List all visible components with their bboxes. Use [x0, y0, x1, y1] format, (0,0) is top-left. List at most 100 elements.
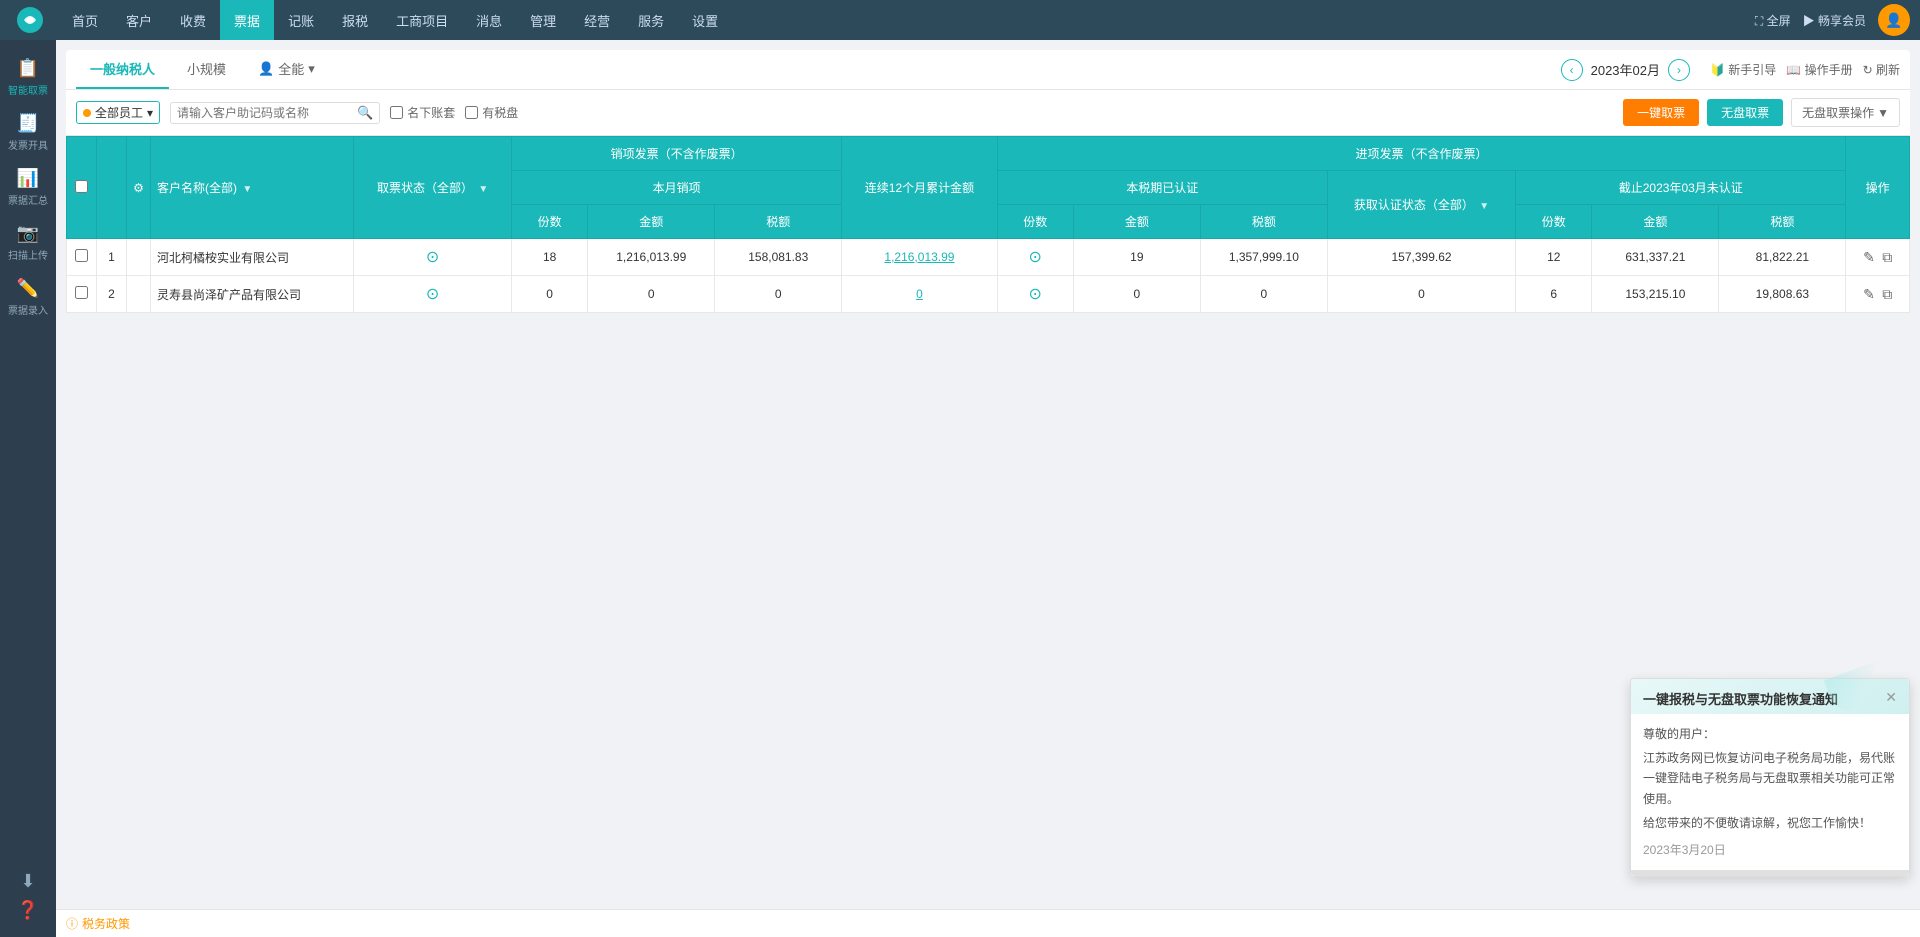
- nav-tax[interactable]: 报税: [328, 0, 382, 40]
- row2-checkbox[interactable]: [67, 276, 97, 313]
- nav-right-area: ⛶ 全屏 ▶ 畅享会员 👤: [1755, 4, 1910, 36]
- row1-cert-check-icon: ⊙: [1029, 249, 1042, 266]
- row1-check[interactable]: [75, 249, 88, 262]
- row1-edit-icon[interactable]: ✎: [1863, 249, 1875, 265]
- check-account-checkbox[interactable]: [390, 106, 403, 119]
- all-tab-icon: 👤: [258, 61, 274, 77]
- employee-label: 全部员工: [95, 104, 143, 121]
- row2-view-icon[interactable]: ⧉: [1882, 286, 1892, 302]
- cert-status-filter-icon[interactable]: ▼: [1479, 201, 1489, 212]
- current-date: 2023年02月: [1591, 60, 1660, 79]
- help-icon[interactable]: ❓: [17, 900, 39, 921]
- sidebar-item-scan[interactable]: 📷 扫描上传: [0, 215, 56, 270]
- refresh-btn[interactable]: ↻ 刷新: [1863, 61, 1900, 78]
- row2-settings: [127, 276, 151, 313]
- nav-service[interactable]: 服务: [624, 0, 678, 40]
- nav-business[interactable]: 工商项目: [382, 0, 462, 40]
- notification-scrollbar[interactable]: [1631, 870, 1909, 876]
- table-row: 2 灵寿县尚泽矿产品有限公司 ⊙ 0 0 0 0 ⊙ 0 0 0 6 153,2…: [67, 276, 1910, 313]
- search-input[interactable]: [177, 106, 357, 120]
- employee-select[interactable]: 全部员工 ▾: [76, 101, 160, 124]
- sidebar-item-summary[interactable]: 📊 票据汇总: [0, 160, 56, 215]
- one-click-btn[interactable]: 一键取票: [1623, 99, 1699, 126]
- all-tab-dropdown[interactable]: ▾: [308, 61, 315, 77]
- vip-btn[interactable]: ▶ 畅享会员: [1803, 12, 1866, 29]
- row2-uncert-count: 6: [1516, 276, 1592, 313]
- th-this-period-certified: 本税期已认证: [997, 171, 1327, 205]
- filter-right-buttons: 一键取票 无盘取票 无盘取票操作 ▼: [1623, 98, 1900, 127]
- sidebar-item-smart-ticket[interactable]: 📋 智能取票: [0, 50, 56, 105]
- nav-operation[interactable]: 经营: [570, 0, 624, 40]
- settings-icon[interactable]: ⚙: [133, 181, 144, 195]
- table-row: 1 河北柯橘桉实业有限公司 ⊙ 18 1,216,013.99 158,081.…: [67, 239, 1910, 276]
- status-bar: ⓘ 税务政策: [56, 909, 1920, 937]
- th-settings: ⚙: [127, 137, 151, 239]
- row2-check[interactable]: [75, 286, 88, 299]
- logo: [10, 0, 50, 40]
- row1-customer: 河北柯橘桉实业有限公司: [151, 239, 354, 276]
- th-this-month-sales: 本月销项: [512, 171, 842, 205]
- search-icon[interactable]: 🔍: [357, 105, 373, 121]
- no-disk-ops-btn[interactable]: 无盘取票操作 ▼: [1791, 98, 1900, 127]
- notification-date: 2023年3月20日: [1643, 840, 1897, 860]
- row1-view-icon[interactable]: ⧉: [1882, 249, 1892, 265]
- check-tax-checkbox[interactable]: [465, 106, 478, 119]
- tab-all[interactable]: 👤 全能 ▾: [244, 51, 329, 89]
- th-sales-amount: 金额: [588, 205, 715, 239]
- select-all-checkbox[interactable]: [75, 180, 88, 193]
- dropdown-arrow-icon: ▼: [1877, 106, 1889, 120]
- nav-customer[interactable]: 客户: [112, 0, 166, 40]
- sidebar-item-invoice[interactable]: 🧾 发票开具: [0, 105, 56, 160]
- row2-edit-icon[interactable]: ✎: [1863, 286, 1875, 302]
- th-uncert-amount: 金额: [1592, 205, 1719, 239]
- notification-close-btn[interactable]: ✕: [1885, 689, 1897, 706]
- row2-uncert-amount: 153,215.10: [1592, 276, 1719, 313]
- left-sidebar: 📋 智能取票 🧾 发票开具 📊 票据汇总 📷 扫描上传 ✏️ 票据录入 ⬇ ❓: [0, 40, 56, 937]
- tab-general-taxpayer[interactable]: 一般纳税人: [76, 51, 169, 89]
- check-tax-label[interactable]: 有税盘: [465, 104, 518, 121]
- sidebar-item-entry[interactable]: ✏️ 票据录入: [0, 270, 56, 325]
- date-navigation: ‹ 2023年02月 ›: [1561, 59, 1690, 81]
- row1-purchase-amount: 1,357,999.10: [1200, 239, 1327, 276]
- nav-settings[interactable]: 设置: [678, 0, 732, 40]
- nav-accounting[interactable]: 记账: [274, 0, 328, 40]
- nav-fee[interactable]: 收费: [166, 0, 220, 40]
- nav-home[interactable]: 首页: [58, 0, 112, 40]
- row2-index: 2: [97, 276, 127, 313]
- top-navigation: 首页 客户 收费 票据 记账 报税 工商项目 消息 管理 经营 服务 设置 ⛶ …: [0, 0, 1920, 40]
- row2-monthly-link[interactable]: 0: [916, 287, 923, 301]
- fullscreen-btn[interactable]: ⛶ 全屏: [1755, 12, 1791, 29]
- status-text[interactable]: 税务政策: [82, 915, 130, 932]
- row2-cancel-check-icon: ⊙: [426, 286, 439, 303]
- check-account-label[interactable]: 名下账套: [390, 104, 455, 121]
- th-sales-tax: 税额: [715, 205, 842, 239]
- manual-btn[interactable]: 📖 操作手册: [1786, 61, 1852, 78]
- th-ops: 操作: [1846, 137, 1910, 239]
- date-next-btn[interactable]: ›: [1668, 59, 1690, 81]
- nav-ticket[interactable]: 票据: [220, 0, 274, 40]
- th-purchase-count: 份数: [997, 205, 1073, 239]
- date-prev-btn[interactable]: ‹: [1561, 59, 1583, 81]
- employee-dropdown-icon[interactable]: ▾: [147, 106, 153, 120]
- row1-monthly-link[interactable]: 1,216,013.99: [884, 250, 954, 264]
- row1-uncert-count: 12: [1516, 239, 1592, 276]
- sidebar-label-entry: 票据录入: [8, 302, 48, 317]
- row2-cancel-status: ⊙: [354, 276, 512, 313]
- download-icon[interactable]: ⬇: [20, 871, 35, 892]
- th-checkbox: [67, 137, 97, 239]
- new-guide-btn[interactable]: 🔰 新手引导: [1710, 61, 1776, 78]
- sidebar-label-scan: 扫描上传: [8, 247, 48, 262]
- nav-manage[interactable]: 管理: [516, 0, 570, 40]
- th-monthly-amount: 连续12个月累计金额: [842, 137, 997, 239]
- row2-actions: ✎ ⧉: [1846, 276, 1910, 313]
- filter-bar: 全部员工 ▾ 🔍 名下账套 有税盘 一键取票 无盘取票 无盘取票操作 ▼: [66, 90, 1910, 136]
- nav-message[interactable]: 消息: [462, 0, 516, 40]
- user-avatar[interactable]: 👤: [1878, 4, 1910, 36]
- no-disk-btn[interactable]: 无盘取票: [1707, 99, 1783, 126]
- row1-checkbox[interactable]: [67, 239, 97, 276]
- customer-filter-icon[interactable]: ▼: [242, 184, 252, 195]
- cancel-status-filter-icon[interactable]: ▼: [478, 184, 488, 195]
- row1-uncert-amount: 631,337.21: [1592, 239, 1719, 276]
- tab-small-scale[interactable]: 小规模: [173, 51, 240, 89]
- main-table-wrap: ⚙ 客户名称(全部) ▼ 取票状态（全部） ▼ 销项发票（不含作废票） 连续12…: [66, 136, 1910, 313]
